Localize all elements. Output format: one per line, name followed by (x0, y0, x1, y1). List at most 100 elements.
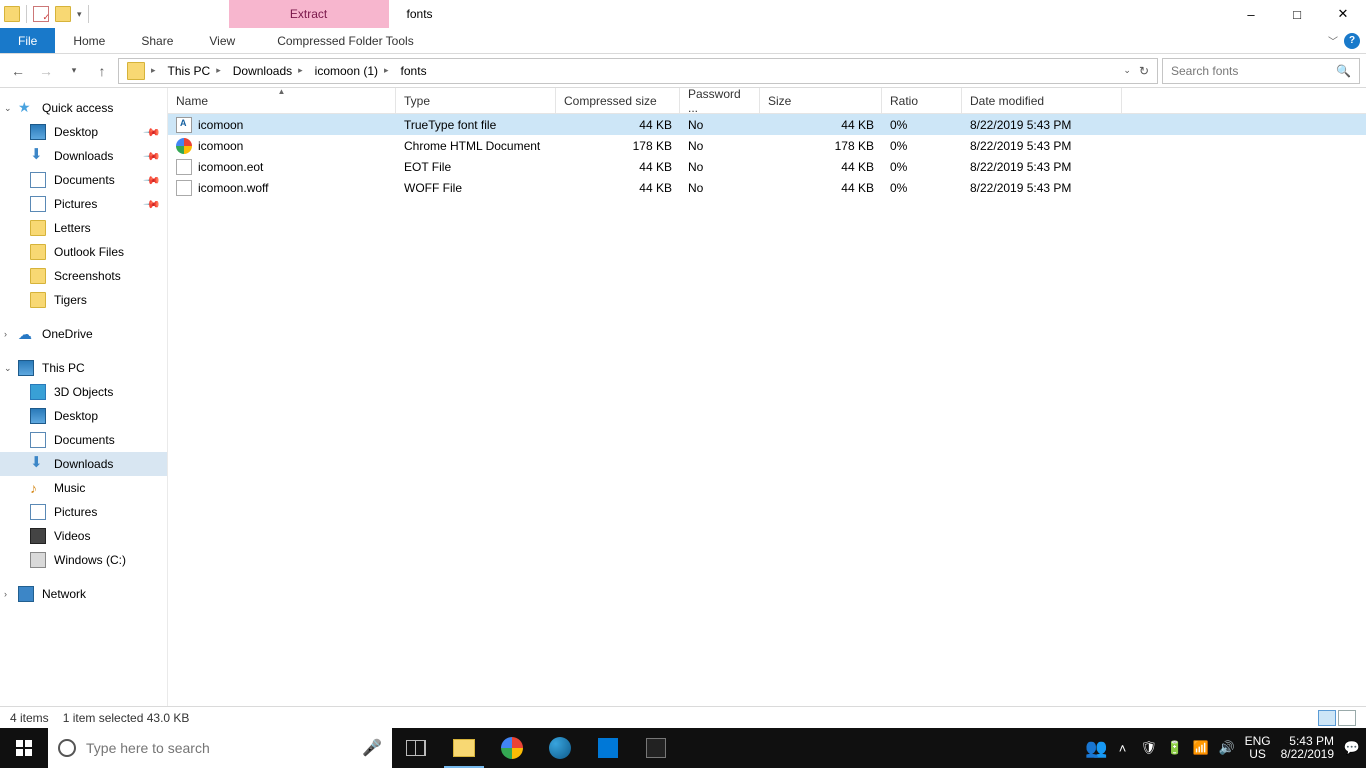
breadcrumb-label[interactable]: Downloads (233, 64, 292, 78)
language-indicator[interactable]: ENG US (1245, 735, 1271, 761)
qat-dropdown-icon[interactable]: ▾ (77, 9, 82, 20)
new-folder-icon[interactable] (55, 6, 71, 22)
chevron-right-icon[interactable]: ▸ (210, 65, 221, 76)
photos-icon (646, 738, 666, 758)
sidebar-item[interactable]: Tigers (0, 288, 167, 312)
chevron-right-icon[interactable]: ▸ (145, 65, 156, 76)
taskbar-app-edge[interactable] (536, 728, 584, 768)
taskbar-search[interactable]: 🎤 (48, 728, 392, 768)
breadcrumb-label[interactable]: icomoon (1) (315, 64, 378, 78)
taskbar-app-explorer[interactable] (440, 728, 488, 768)
sidebar-quick-access[interactable]: ⌄ ★ Quick access (0, 96, 167, 120)
action-center-icon[interactable]: 💬 (1344, 740, 1360, 756)
file-row[interactable]: icomoonChrome HTML Document178 KBNo178 K… (168, 135, 1366, 156)
maximize-button[interactable]: □ (1274, 0, 1320, 28)
address-dropdown-icon[interactable]: ⌄ (1123, 65, 1131, 76)
recent-locations-icon[interactable]: ▾ (62, 59, 86, 83)
up-button[interactable]: ↑ (90, 59, 114, 83)
compressed-folder-tools-tab[interactable]: Compressed Folder Tools (259, 28, 432, 53)
forward-button[interactable]: → (34, 59, 58, 83)
breadcrumb-label[interactable]: fonts (401, 64, 427, 78)
column-header-name[interactable]: Name ▲ (168, 88, 396, 113)
file-row[interactable]: icomoonTrueType font file44 KBNo44 KB0%8… (168, 114, 1366, 135)
file-type-icon (176, 138, 192, 154)
sidebar-item[interactable]: Documents (0, 428, 167, 452)
battery-icon[interactable]: 🔋 (1167, 740, 1183, 756)
navigation-bar: ← → ▾ ↑ ▸ This PC▸ Downloads▸ icomoon (1… (0, 54, 1366, 88)
sidebar-network[interactable]: › Network (0, 582, 167, 606)
sidebar-item[interactable]: Screenshots (0, 264, 167, 288)
sidebar-item[interactable]: Videos (0, 524, 167, 548)
chevron-right-icon[interactable]: ▸ (292, 65, 303, 76)
sidebar-item[interactable]: Windows (C:) (0, 548, 167, 572)
column-header-ratio[interactable]: Ratio (882, 88, 962, 113)
tray-overflow-icon[interactable]: ˄ (1115, 740, 1131, 756)
sidebar-item[interactable]: Pictures📌 (0, 192, 167, 216)
chevron-right-icon[interactable]: ▸ (378, 65, 389, 76)
sidebar-label: OneDrive (42, 327, 93, 341)
sidebar-onedrive[interactable]: › ☁ OneDrive (0, 322, 167, 346)
sidebar-this-pc[interactable]: ⌄ This PC (0, 356, 167, 380)
column-header-type[interactable]: Type (396, 88, 556, 113)
file-row[interactable]: icomoon.woffWOFF File44 KBNo44 KB0%8/22/… (168, 177, 1366, 198)
task-view-icon (406, 740, 426, 756)
search-icon[interactable]: 🔍 (1336, 64, 1351, 78)
ribbon-collapse-icon[interactable]: ﹀ (1328, 33, 1338, 48)
sidebar-item[interactable]: ⬇Downloads📌 (0, 144, 167, 168)
chevron-down-icon[interactable]: ⌄ (4, 363, 12, 374)
close-button[interactable]: ✕ (1320, 0, 1366, 28)
chevron-down-icon[interactable]: ⌄ (4, 103, 12, 114)
chevron-right-icon[interactable]: › (4, 329, 7, 339)
back-button[interactable]: ← (6, 59, 30, 83)
help-icon[interactable]: ? (1344, 33, 1360, 49)
address-bar[interactable]: ▸ This PC▸ Downloads▸ icomoon (1)▸ fonts… (118, 58, 1158, 84)
home-tab[interactable]: Home (55, 28, 123, 53)
taskbar-app-chrome[interactable] (488, 728, 536, 768)
sidebar-item[interactable]: 3D Objects (0, 380, 167, 404)
large-icons-view-button[interactable] (1338, 710, 1356, 726)
refresh-icon[interactable]: ↻ (1139, 64, 1149, 78)
chrome-icon (501, 737, 523, 759)
sidebar-item[interactable]: Documents📌 (0, 168, 167, 192)
pin-icon: 📌 (143, 171, 162, 190)
start-button[interactable] (0, 728, 48, 768)
wifi-icon[interactable]: 📶 (1193, 740, 1209, 756)
file-password: No (680, 181, 760, 195)
mic-icon[interactable]: 🎤 (362, 738, 382, 758)
file-list-pane: Name ▲ Type Compressed size Password ...… (168, 88, 1366, 706)
sidebar-item[interactable]: Desktop (0, 404, 167, 428)
column-header-size[interactable]: Size (760, 88, 882, 113)
sidebar-item[interactable]: Letters (0, 216, 167, 240)
sidebar-item[interactable]: ♪Music (0, 476, 167, 500)
taskbar-app-store[interactable] (584, 728, 632, 768)
people-icon[interactable]: 👥 (1089, 740, 1105, 756)
column-header-password[interactable]: Password ... (680, 88, 760, 113)
sidebar-item[interactable]: Desktop📌 (0, 120, 167, 144)
search-box[interactable]: Search fonts 🔍 (1162, 58, 1360, 84)
details-view-button[interactable] (1318, 710, 1336, 726)
column-header-compressed-size[interactable]: Compressed size (556, 88, 680, 113)
file-tab[interactable]: File (0, 28, 55, 53)
sidebar-item[interactable]: Outlook Files (0, 240, 167, 264)
taskbar-app-photos[interactable] (632, 728, 680, 768)
share-tab[interactable]: Share (123, 28, 191, 53)
volume-icon[interactable]: 🔊 (1219, 740, 1235, 756)
minimize-button[interactable]: – (1228, 0, 1274, 28)
sidebar-item[interactable]: Pictures (0, 500, 167, 524)
taskbar-search-input[interactable] (86, 740, 352, 756)
column-header-date[interactable]: Date modified (962, 88, 1122, 113)
sidebar-item[interactable]: ⬇Downloads (0, 452, 167, 476)
taskbar-clock[interactable]: 5:43 PM 8/22/2019 (1281, 735, 1334, 761)
sidebar-label: Network (42, 587, 86, 601)
security-icon[interactable]: 🛡 (1141, 740, 1157, 756)
task-view-button[interactable] (392, 728, 440, 768)
column-headers: Name ▲ Type Compressed size Password ...… (168, 88, 1366, 114)
view-tab[interactable]: View (191, 28, 253, 53)
pic-icon (30, 196, 46, 212)
properties-icon[interactable]: ✓ (33, 6, 49, 22)
chevron-right-icon[interactable]: › (4, 589, 7, 599)
file-rows: icomoonTrueType font file44 KBNo44 KB0%8… (168, 114, 1366, 706)
breadcrumb-label[interactable]: This PC (168, 64, 211, 78)
sidebar-item-label: Tigers (54, 293, 87, 307)
file-row[interactable]: icomoon.eotEOT File44 KBNo44 KB0%8/22/20… (168, 156, 1366, 177)
